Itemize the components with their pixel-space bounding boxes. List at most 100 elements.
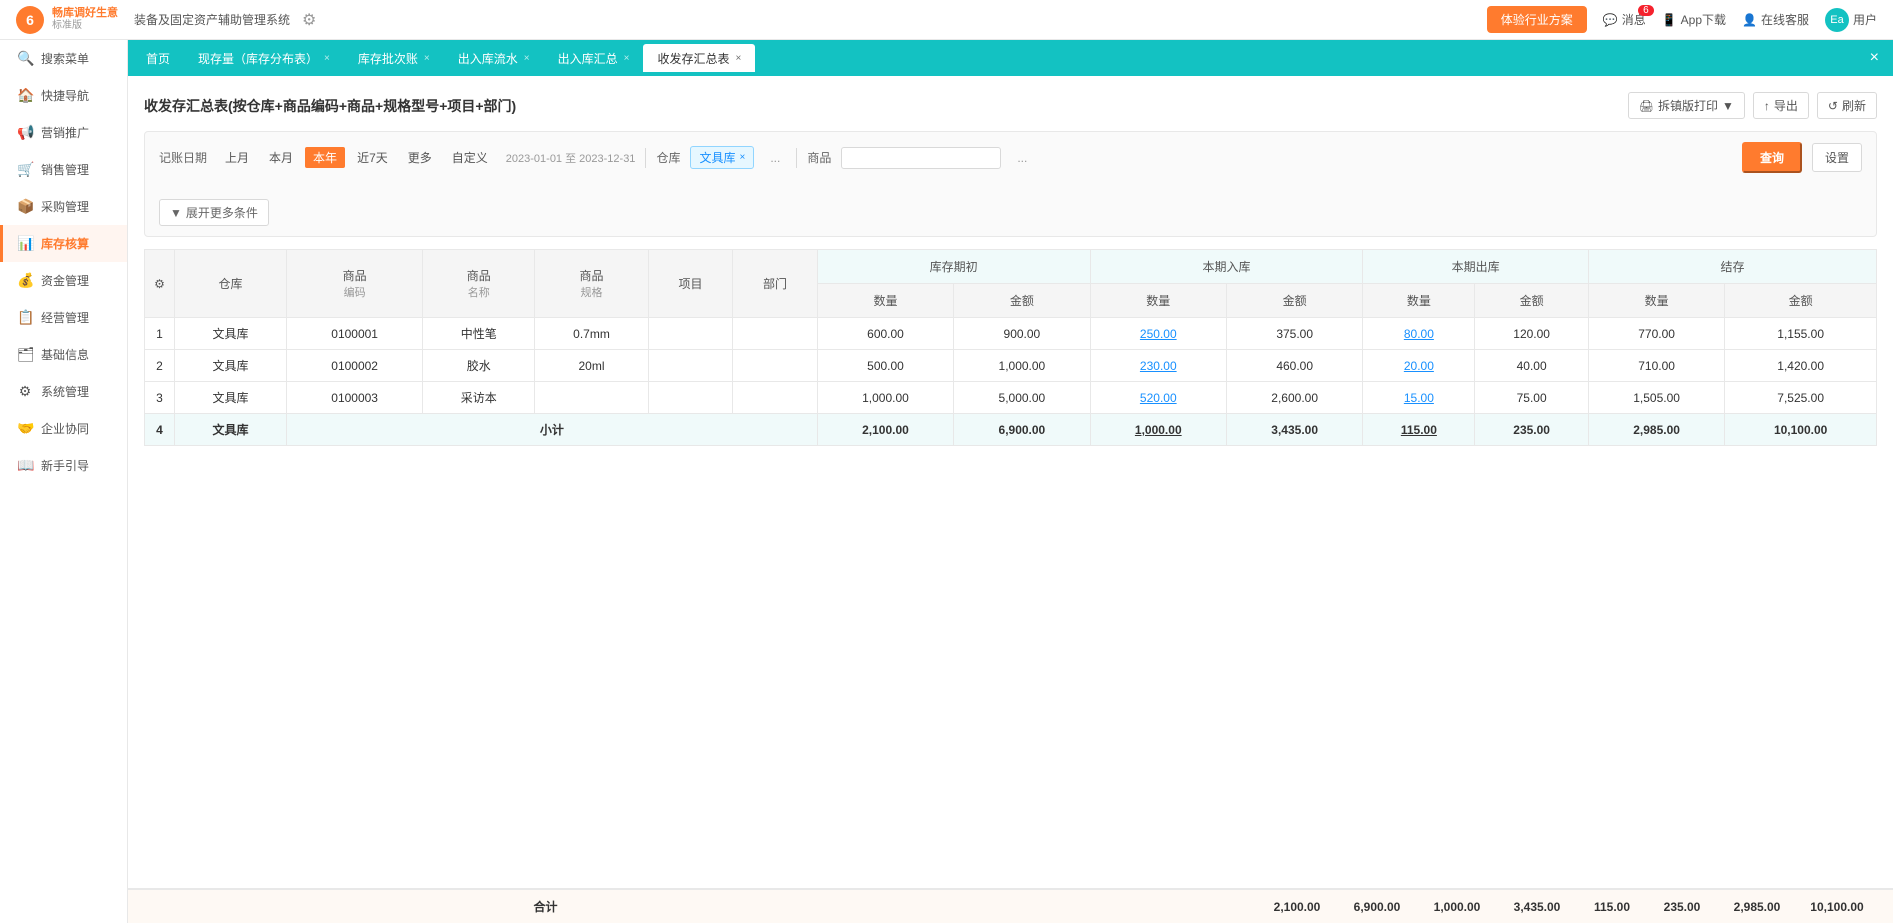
warehouse-tag[interactable]: 文具库 × [690,146,754,169]
marketing-icon: 📢 [17,124,33,141]
total-out-qty: 115.00 [1577,900,1647,914]
total-in-amt: 3,435.00 [1497,900,1577,914]
cell-closing-qty-0: 770.00 [1588,318,1724,350]
tab-inventory-dist-close[interactable]: × [324,53,330,64]
tab-batch-account-close[interactable]: × [424,53,430,64]
subtotal-out-qty: 115.00 [1363,414,1475,446]
app-logo-sub: 标准版 [52,20,118,32]
date-opt-more[interactable]: 更多 [400,147,440,168]
date-opt-7days[interactable]: 近7天 [349,147,396,168]
app-download-label: App下载 [1681,11,1726,28]
sidebar-item-operations[interactable]: 📋 经营管理 [0,299,127,336]
sidebar-item-basic[interactable]: 🗂 基础信息 [0,336,127,373]
tab-inventory-dist[interactable]: 现存量（库存分布表） × [184,44,344,72]
cell-closing-qty-1: 710.00 [1588,350,1724,382]
th-project: 项目 [648,250,733,318]
sidebar-item-marketing[interactable]: 📢 营销推广 [0,114,127,151]
sidebar-item-quick_nav[interactable]: 🏠 快捷导航 [0,77,127,114]
cell-out-qty-0[interactable]: 80.00 [1363,318,1475,350]
tab-home[interactable]: 首页 [132,44,184,72]
user-label: 用户 [1853,11,1877,28]
gear-icon[interactable]: ⚙ [154,277,165,291]
query-button[interactable]: 查询 [1742,142,1802,173]
tab-batch-account[interactable]: 库存批次账 × [344,44,444,72]
cell-in-qty-0[interactable]: 250.00 [1090,318,1226,350]
sidebar-item-search[interactable]: 🔍 搜索菜单 [0,40,127,77]
th-settings[interactable]: ⚙ [145,250,175,318]
user-item[interactable]: Ea 用户 [1825,8,1877,32]
online-service-item[interactable]: 👤 在线客服 [1742,11,1809,28]
sidebar-item-label-finance: 资金管理 [41,272,89,289]
cell-in-amt-1: 460.00 [1226,350,1362,382]
th-department: 部门 [733,250,818,318]
sidebar-item-sales[interactable]: 🛒 销售管理 [0,151,127,188]
sidebar-item-enterprise[interactable]: 🤝 企业协同 [0,410,127,447]
enterprise-icon: 🤝 [17,420,33,437]
goods-filter-input-wrapper[interactable] [841,147,1001,169]
page-title: 收发存汇总表(按仓库+商品编码+商品+规格型号+项目+部门) [144,96,516,116]
cell-closing-amt-1: 1,420.00 [1725,350,1877,382]
tab-inout-flow[interactable]: 出入库流水 × [444,44,544,72]
tab-bar-close-all[interactable]: × [1860,49,1889,67]
tab-inout-summary-close[interactable]: × [624,53,630,64]
settings-filter-button[interactable]: 设置 [1812,143,1862,172]
goods-filter-label: 商品 [807,149,831,166]
warehouse-filter-more[interactable]: ... [764,149,786,167]
cell-name-1: 胶水 [423,350,535,382]
quick_nav-icon: 🏠 [17,87,33,104]
date-opt-custom[interactable]: 自定义 [444,147,496,168]
filter-expand-row: ▼ 展开更多条件 [159,193,269,226]
date-opt-this-year[interactable]: 本年 [305,147,345,168]
cell-no-0: 1 [145,318,175,350]
sidebar-item-newbie[interactable]: 📖 新手引导 [0,447,127,484]
experience-button[interactable]: 体验行业方案 [1487,6,1587,33]
print-button[interactable]: 🖨 拆镇版打印 ▼ [1628,92,1745,119]
warehouse-tag-close[interactable]: × [739,152,745,163]
goods-filter-more[interactable]: ... [1011,149,1033,167]
subtotal-warehouse: 文具库 [175,414,287,446]
purchase-icon: 📦 [17,198,33,215]
tab-inventory-dist-label: 现存量（库存分布表） [198,50,318,67]
chevron-down-icon: ▼ [1722,99,1734,113]
app-logo: 6 [16,6,44,34]
total-closing-qty: 2,985.00 [1717,900,1797,914]
cell-code-0: 0100001 [286,318,422,350]
tab-recv-send-summary[interactable]: 收发存汇总表 × [643,44,755,72]
subtotal-label: 小计 [286,414,817,446]
refresh-button[interactable]: ↺ 刷新 [1817,92,1877,119]
chevron-down-icon: ▼ [170,206,182,220]
sidebar-item-finance[interactable]: 💰 资金管理 [0,262,127,299]
expand-filter-button[interactable]: ▼ 展开更多条件 [159,199,269,226]
tab-recv-send-summary-close[interactable]: × [735,53,741,64]
cell-out-qty-2[interactable]: 15.00 [1363,382,1475,414]
cell-in-qty-2[interactable]: 520.00 [1090,382,1226,414]
subtotal-opening-amt: 6,900.00 [954,414,1090,446]
sidebar-item-inventory[interactable]: 📊 库存核算 [0,225,127,262]
notifications-item[interactable]: 💬 消息 6 [1603,11,1646,28]
date-opt-last-month[interactable]: 上月 [217,147,257,168]
cell-in-amt-0: 375.00 [1226,318,1362,350]
tab-inout-flow-close[interactable]: × [524,53,530,64]
subtotal-closing-amt: 10,100.00 [1725,414,1877,446]
sidebar-item-label-newbie: 新手引导 [41,457,89,474]
cell-out-qty-1[interactable]: 20.00 [1363,350,1475,382]
app-download-item[interactable]: 📱 App下载 [1662,11,1726,28]
sidebar-item-system[interactable]: ⚙ 系统管理 [0,373,127,410]
cell-dept-2 [733,382,818,414]
cell-in-qty-1[interactable]: 230.00 [1090,350,1226,382]
cell-code-1: 0100002 [286,350,422,382]
th-group-opening: 库存期初 [817,250,1090,284]
export-icon: ↑ [1764,99,1770,113]
date-opt-this-month[interactable]: 本月 [261,147,301,168]
date-filter-section: 记账日期 上月 本月 本年 近7天 更多 自定义 2023-01-01 至 20… [159,147,635,168]
subtotal-out-amt: 235.00 [1475,414,1589,446]
export-button[interactable]: ↑ 导出 [1753,92,1809,119]
sidebar-item-purchase[interactable]: 📦 采购管理 [0,188,127,225]
settings-icon[interactable]: ⚙ [302,10,316,30]
tab-inout-summary[interactable]: 出入库汇总 × [544,44,644,72]
cell-out-amt-2: 75.00 [1475,382,1589,414]
goods-filter-input[interactable] [850,151,970,165]
cell-opening-qty-1: 500.00 [817,350,953,382]
top-bar-right: 体验行业方案 💬 消息 6 📱 App下载 👤 在线客服 Ea 用户 [1487,6,1877,33]
app-logo-text: 畅库调好生意 [52,7,118,20]
